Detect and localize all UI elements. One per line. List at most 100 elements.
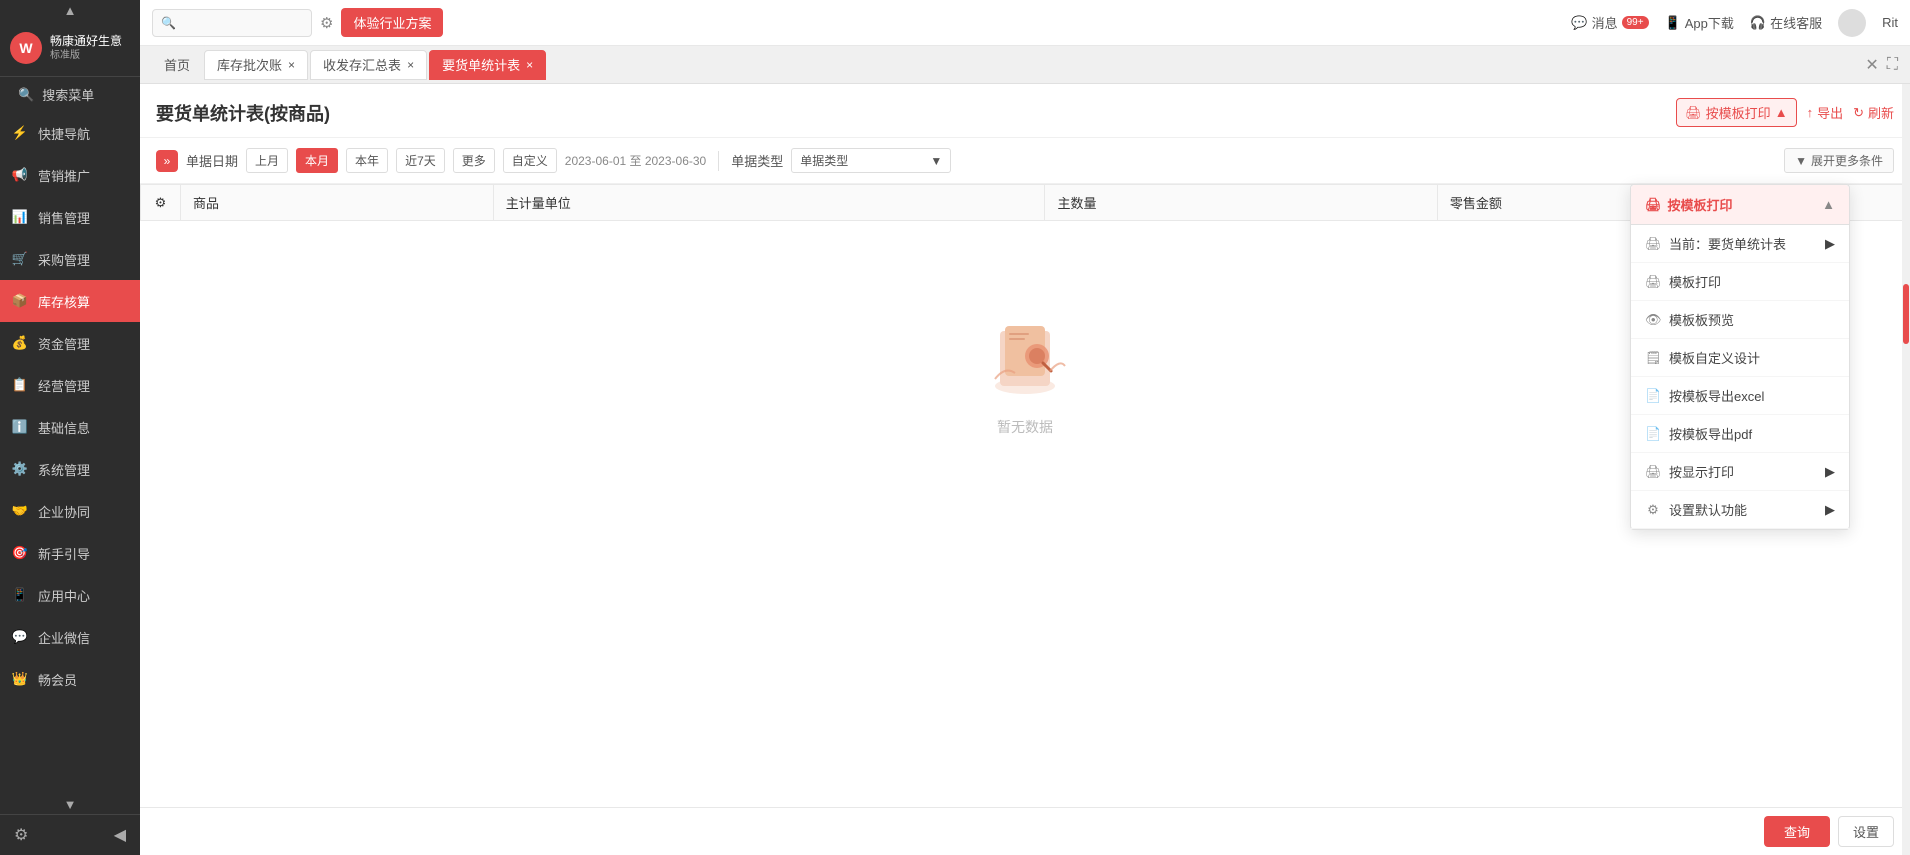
bottom-bar: 查询 设置 [140,807,1910,855]
sidebar-item-quick-nav[interactable]: ⚡ 快捷导航 [0,112,140,154]
collapse-icon[interactable]: ◀ [114,825,126,845]
date-range-display: 2023-06-01 至 2023-06-30 [565,152,706,169]
app-logo: W 畅康通好生意 标准版 [0,20,140,77]
message-btn[interactable]: 💬 消息 99+ [1571,13,1648,32]
date-7days-btn[interactable]: 近7天 [396,148,445,173]
date-this-year-btn[interactable]: 本年 [346,148,388,173]
export-btn[interactable]: ↑ 导出 [1807,103,1844,122]
service-icon: 🎧 [1750,15,1766,31]
col-unit: 主计量单位 [493,185,1045,221]
sidebar-item-enterprise-wechat[interactable]: 💬 企业微信 [0,616,140,658]
dropdown-current-item[interactable]: 🖨 当前：要货单统计表 ▶ [1631,225,1849,263]
sidebar: ▲ W 畅康通好生意 标准版 🔍 搜索菜单 ⚡ 快捷导航 📢 营销推广 📊 销售… [0,0,140,855]
sidebar-item-basic-info[interactable]: ℹ️ 基础信息 [0,406,140,448]
date-last-month-btn[interactable]: 上月 [246,148,288,173]
order-type-select[interactable]: 单据类型 ▼ [791,148,951,173]
set-default-icon: ⚙ [1645,502,1661,518]
print-dropdown: 🖨 按模板打印 ▲ 🖨 当前：要货单统计表 ▶ 🖨 模板打印 👁 模板板预览 [1630,184,1850,530]
content-area: 要货单统计表(按商品) 🖨 按模板打印 ▲ ↑ 导出 ↻ 刷新 [140,84,1910,855]
date-custom-btn[interactable]: 自定义 [503,148,557,173]
app-download-icon: 📱 [1665,15,1681,31]
dropdown-display-print[interactable]: 🖨 按显示打印 ▶ [1631,453,1849,491]
purchase-icon: 🛒 [10,249,30,269]
content-scrollbar [1902,84,1910,855]
sidebar-item-member[interactable]: 👑 畅会员 [0,658,140,700]
close-all-tabs-btn[interactable]: ✕ [1865,55,1878,75]
dropdown-template-print[interactable]: 🖨 模板打印 [1631,263,1849,301]
app-center-icon: 📱 [10,585,30,605]
search-icon: 🔍 [18,87,34,103]
user-name: Rit [1882,15,1898,30]
tab-order-stats[interactable]: 要货单统计表 × [429,50,546,80]
expand-window-btn[interactable]: ⛶ [1887,56,1898,74]
col-quantity: 主数量 [1045,185,1437,221]
sidebar-item-inventory[interactable]: 📦 库存核算 [0,280,140,322]
settings-action-btn[interactable]: 设置 [1838,816,1894,847]
current-arrow-icon: ▶ [1825,236,1835,252]
user-avatar[interactable] [1838,9,1866,37]
message-icon: 💬 [1571,15,1587,31]
refresh-btn[interactable]: ↻ 刷新 [1853,103,1894,122]
display-print-arrow-icon: ▶ [1825,464,1835,480]
dropdown-export-pdf[interactable]: 📄 按模板导出pdf [1631,415,1849,453]
filter-expand-btn[interactable]: » [156,150,178,172]
logo-text: 畅康通好生意 标准版 [50,34,122,63]
enterprise-wechat-icon: 💬 [10,627,30,647]
refresh-icon: ↻ [1853,105,1864,121]
date-more-btn[interactable]: 更多 [453,148,495,173]
sidebar-item-marketing[interactable]: 📢 营销推广 [0,154,140,196]
sidebar-bottom: ⚙ ◀ [0,814,140,855]
sales-icon: 📊 [10,207,30,227]
dropdown-export-excel[interactable]: 📄 按模板导出excel [1631,377,1849,415]
dropdown-set-default[interactable]: ⚙ 设置默认功能 ▶ [1631,491,1849,529]
tab-batch-account[interactable]: 库存批次账 × [204,50,308,80]
col-settings[interactable]: ⚙ [141,185,181,221]
sidebar-item-operations[interactable]: 📋 经营管理 [0,364,140,406]
dropdown-template-design[interactable]: 🗒 模板自定义设计 [1631,339,1849,377]
current-template-icon: 🖨 [1645,236,1661,252]
query-btn[interactable]: 查询 [1764,816,1830,847]
expand-more-btn[interactable]: ▼ 展开更多条件 [1784,148,1894,173]
sidebar-search[interactable]: 🔍 搜索菜单 [0,77,140,112]
empty-illustration [975,301,1075,401]
template-preview-icon: 👁 [1645,312,1661,328]
tab-close-batch-account[interactable]: × [288,58,295,72]
display-print-icon: 🖨 [1645,464,1661,480]
topbar-gear-icon[interactable]: ⚙ [320,14,333,32]
tab-receipt-summary[interactable]: 收发存汇总表 × [310,50,427,80]
sidebar-item-app-center[interactable]: 📱 应用中心 [0,574,140,616]
print-btn[interactable]: 🖨 按模板打印 ▲ [1676,98,1796,127]
sidebar-scroll-up[interactable]: ▲ [0,0,140,20]
topbar-search-box[interactable]: 🔍 [152,9,312,37]
tab-home[interactable]: 首页 [152,49,202,80]
tab-close-receipt-summary[interactable]: × [407,58,414,72]
dropdown-header-label: 🖨 按模板打印 [1645,195,1733,214]
dropdown-header: 🖨 按模板打印 ▲ [1631,185,1849,225]
sidebar-item-guide[interactable]: 🎯 新手引导 [0,532,140,574]
sidebar-scroll-down[interactable]: ▼ [0,794,140,814]
date-this-month-btn[interactable]: 本月 [296,148,338,173]
topbar-left: 🔍 ⚙ 体验行业方案 [152,8,443,37]
tabbar-right: ✕ ⛶ [1865,55,1898,75]
sidebar-item-purchase[interactable]: 🛒 采购管理 [0,238,140,280]
trial-btn[interactable]: 体验行业方案 [341,8,443,37]
tab-close-order-stats[interactable]: × [526,58,533,72]
page-header: 要货单统计表(按商品) 🖨 按模板打印 ▲ ↑ 导出 ↻ 刷新 [140,84,1910,138]
order-type-label: 单据类型 [731,151,783,170]
dropdown-close-icon[interactable]: ▲ [1822,197,1835,212]
sidebar-item-enterprise[interactable]: 🤝 企业协同 [0,490,140,532]
scrollbar-thumb[interactable] [1903,284,1909,344]
app-download-btn[interactable]: 📱 App下载 [1665,13,1734,32]
enterprise-icon: 🤝 [10,501,30,521]
sidebar-item-finance[interactable]: 💰 资金管理 [0,322,140,364]
online-service-btn[interactable]: 🎧 在线客服 [1750,13,1822,32]
print-arrow-up-icon: ▲ [1775,105,1788,120]
sidebar-item-system[interactable]: ⚙️ 系统管理 [0,448,140,490]
expand-more-icon: ▼ [1795,154,1807,168]
export-pdf-icon: 📄 [1645,426,1661,442]
dropdown-template-preview[interactable]: 👁 模板板预览 [1631,301,1849,339]
system-icon: ⚙️ [10,459,30,479]
settings-icon[interactable]: ⚙ [14,825,28,845]
basic-info-icon: ℹ️ [10,417,30,437]
sidebar-item-sales[interactable]: 📊 销售管理 [0,196,140,238]
